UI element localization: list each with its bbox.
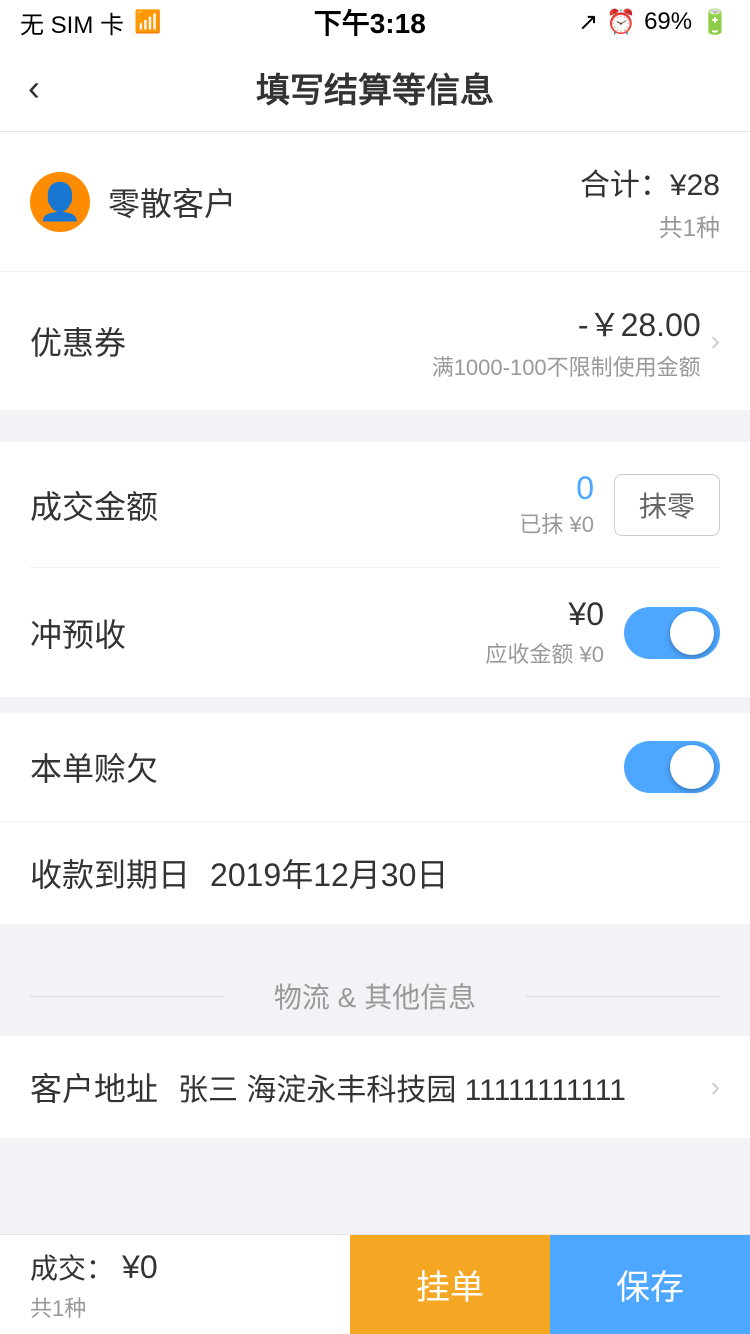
- battery-label: 69%: [644, 8, 692, 36]
- status-left: 无 SIM 卡 📶: [20, 5, 161, 40]
- bottom-transaction-label: 成交：: [30, 1247, 114, 1287]
- status-right: ↗ ⏰ 69% 🔋: [578, 8, 730, 37]
- debt-toggle-knob: [670, 745, 714, 789]
- pending-button-label: 挂单: [416, 1260, 484, 1309]
- save-button[interactable]: 保存: [550, 1235, 750, 1334]
- status-bar: 无 SIM 卡 📶 下午3:18 ↗ ⏰ 69% 🔋: [0, 0, 750, 44]
- transaction-section: 成交金额 0 已抹 ¥0 抹零 冲预收 ¥0 应收金额 ¥0: [0, 442, 750, 697]
- address-label: 客户地址: [30, 1064, 158, 1110]
- prepay-receivable: 应收金额 ¥0: [485, 637, 604, 669]
- due-date-value: 2019年12月30日: [210, 850, 448, 896]
- separator-3: [0, 940, 750, 956]
- battery-icon: 🔋: [700, 8, 730, 37]
- bottom-count: 共1种: [30, 1291, 320, 1323]
- bottom-info: 成交： ¥0 共1种: [0, 1247, 350, 1323]
- coupon-right: -￥28.00 满1000-100不限制使用金额 ›: [432, 300, 720, 382]
- address-value: 张三 海淀永丰科技园 11111111111: [178, 1065, 711, 1109]
- wifi-icon: 📶: [134, 9, 161, 35]
- pending-button[interactable]: 挂单: [350, 1235, 550, 1334]
- bottom-transaction-amount: ¥0: [122, 1249, 158, 1286]
- debt-label: 本单赊欠: [30, 744, 158, 790]
- prepayment-right: ¥0 应收金额 ¥0: [485, 596, 720, 669]
- logistics-divider: 物流 & 其他信息: [0, 956, 750, 1036]
- coupon-label: 优惠券: [30, 318, 126, 364]
- debt-row: 本单赊欠: [0, 713, 750, 821]
- total-count: 共1种: [580, 208, 720, 243]
- save-button-label: 保存: [616, 1260, 684, 1309]
- customer-section: 👤 零散客户 合计：¥28 共1种 优惠券 -￥28.00 满1000-100不…: [0, 132, 750, 410]
- separator-1: [0, 426, 750, 442]
- address-section: 客户地址 张三 海淀永丰科技园 11111111111 ›: [0, 1036, 750, 1138]
- coupon-row[interactable]: 优惠券 -￥28.00 满1000-100不限制使用金额 ›: [0, 271, 750, 410]
- customer-name: 零散客户: [108, 179, 236, 225]
- coupon-desc: 满1000-100不限制使用金额: [432, 350, 701, 382]
- transaction-amount-row: 成交金额 0 已抹 ¥0 抹零: [30, 442, 720, 568]
- page-title: 填写结算等信息: [256, 63, 494, 112]
- already-rounded-text: 已抹 ¥0: [519, 507, 594, 539]
- address-row[interactable]: 客户地址 张三 海淀永丰科技园 11111111111 ›: [0, 1036, 750, 1138]
- transaction-amount-label: 成交金额: [30, 482, 158, 528]
- location-icon: ↗: [578, 8, 598, 37]
- divider-line-right: [526, 996, 720, 997]
- address-chevron-icon: ›: [711, 1071, 720, 1103]
- bottom-transaction-row: 成交： ¥0: [30, 1247, 320, 1287]
- prepayment-label: 冲预收: [30, 610, 126, 656]
- transaction-amount-value: 0: [576, 470, 594, 506]
- logistics-label: 物流 & 其他信息: [274, 976, 476, 1016]
- toggle-knob: [670, 611, 714, 655]
- coupon-discount: -￥28.00: [432, 300, 701, 346]
- due-date-label: 收款到期日: [30, 850, 190, 896]
- carrier-label: 无 SIM 卡: [20, 5, 124, 40]
- due-date-row: 收款到期日 2019年12月30日: [0, 821, 750, 924]
- debt-section: 本单赊欠 收款到期日 2019年12月30日: [0, 713, 750, 924]
- back-button[interactable]: ‹: [28, 67, 40, 109]
- separator-2: [0, 697, 750, 713]
- bottom-bar: 成交： ¥0 共1种 挂单 保存: [0, 1234, 750, 1334]
- status-time: 下午3:18: [314, 2, 426, 42]
- total-amount: 合计：¥28: [580, 160, 720, 204]
- prepay-amount-value: ¥0: [485, 596, 604, 633]
- divider-line-left: [30, 996, 224, 997]
- round-button[interactable]: 抹零: [614, 474, 720, 536]
- debt-toggle[interactable]: [624, 741, 720, 793]
- avatar: 👤: [30, 172, 90, 232]
- alarm-icon: ⏰: [606, 8, 636, 37]
- chevron-right-icon: ›: [711, 325, 720, 357]
- prepayment-toggle[interactable]: [624, 607, 720, 659]
- customer-row: 👤 零散客户 合计：¥28 共1种: [0, 132, 750, 271]
- coupon-right-inner: -￥28.00 满1000-100不限制使用金额: [432, 300, 701, 382]
- prepay-amounts: ¥0 应收金额 ¥0: [485, 596, 604, 669]
- transaction-right: 0 已抹 ¥0 抹零: [519, 470, 720, 539]
- avatar-icon: 👤: [38, 181, 83, 223]
- prepayment-row: 冲预收 ¥0 应收金额 ¥0: [30, 568, 720, 697]
- customer-right: 合计：¥28 共1种: [580, 160, 720, 243]
- nav-bar: ‹ 填写结算等信息: [0, 44, 750, 132]
- customer-left: 👤 零散客户: [30, 172, 236, 232]
